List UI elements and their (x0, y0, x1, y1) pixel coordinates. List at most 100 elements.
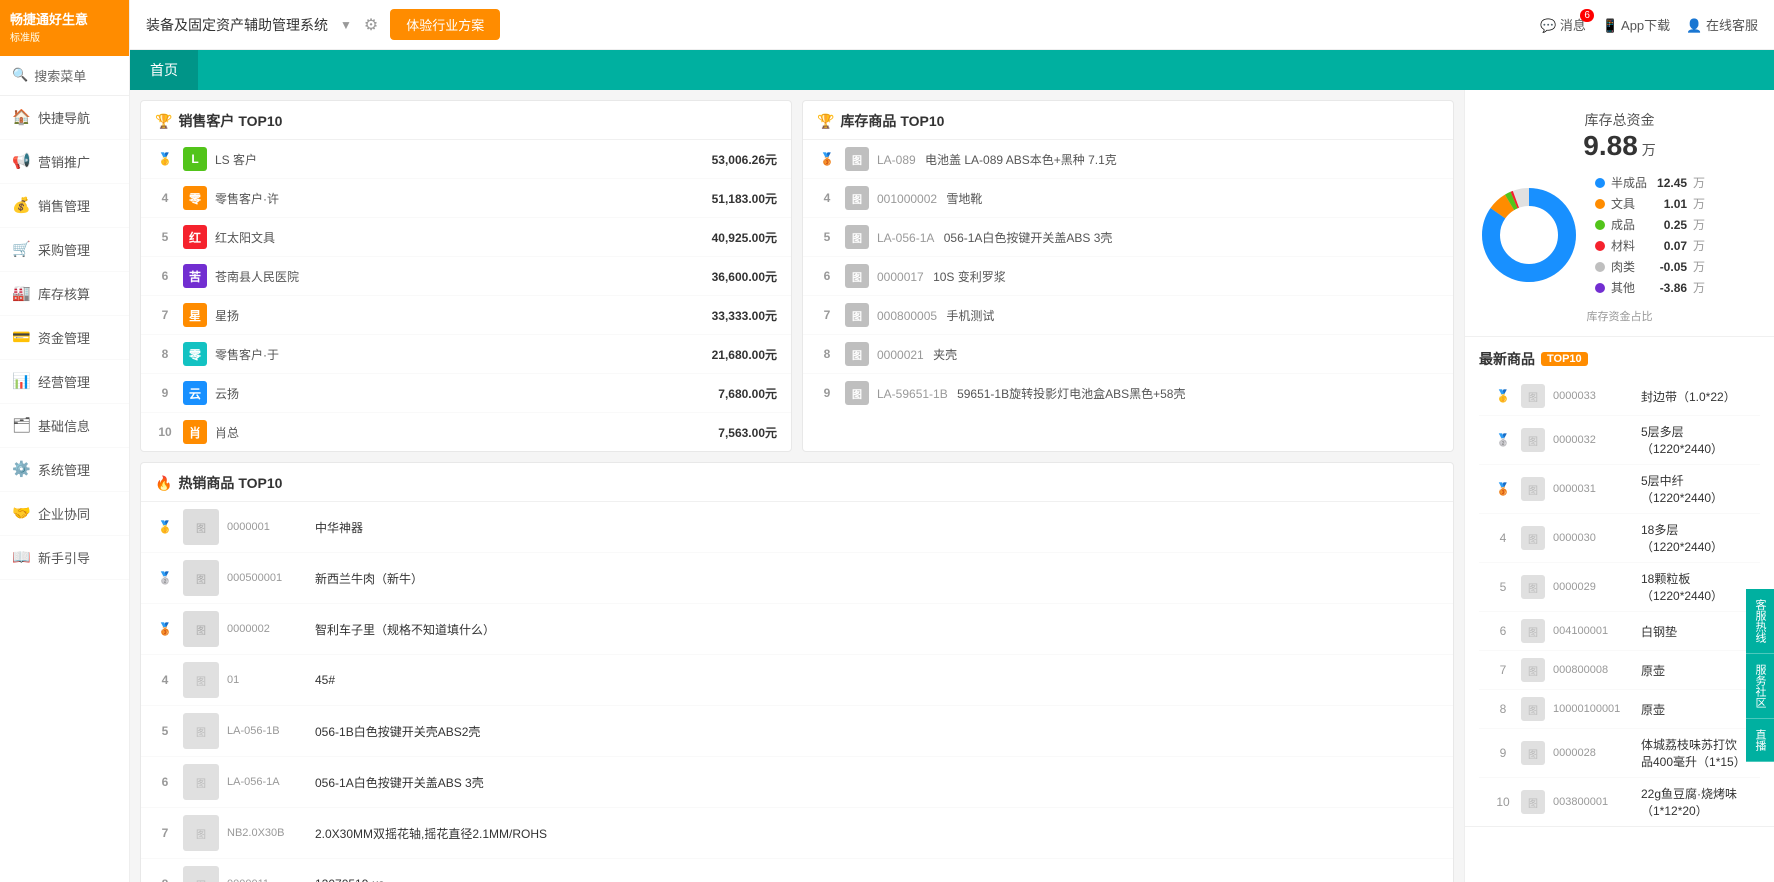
float-btn-0[interactable]: 客服热线 (1746, 589, 1774, 654)
list-item: 7 图 NB2.0X30B 2.0X30MM双摇花轴,摇花直径2.1MM/ROH… (141, 808, 1453, 859)
sidebar-icon-9: 🤝 (12, 504, 30, 522)
product-img-placeholder: 图 (1521, 477, 1545, 501)
donut-area: 半成品 12.45 万 文具 1.01 万 成品 0.25 万 材料 0.07 … (1479, 166, 1760, 304)
sidebar-item-0[interactable]: 🏠 快捷导航 (0, 96, 129, 140)
legend-label: 文具 (1611, 195, 1654, 212)
product-name: 智利车子里（规格不知道填什么） (315, 621, 495, 638)
sidebar-item-10[interactable]: 📖新手引导 (0, 536, 129, 580)
avatar: 苦 (183, 264, 207, 288)
customer-value: 51,183.00元 (712, 190, 777, 207)
rank-number: 10 (155, 425, 175, 439)
sidebar-label-0: 快捷导航 (38, 108, 90, 127)
rank-number: 🥇 (155, 520, 175, 534)
product-img-placeholder: 图 (1521, 619, 1545, 643)
product-img-placeholder: 图 (845, 225, 869, 249)
sidebar-item-2[interactable]: 💰销售管理 (0, 184, 129, 228)
legend-value: 0.07 (1664, 239, 1687, 253)
product-name: 中华神器 (315, 519, 363, 536)
customer-top10-title: 🏆 销售客户 TOP10 (141, 101, 791, 140)
sidebar-item-4[interactable]: 🏭库存核算 (0, 272, 129, 316)
product-name: 雪地靴 (946, 192, 982, 206)
gear-icon[interactable]: ⚙ (364, 15, 378, 35)
sidebar-icon-0: 🏠 (12, 108, 30, 126)
sidebar-item-1[interactable]: 📢营销推广 (0, 140, 129, 184)
legend-label: 材料 (1611, 237, 1654, 254)
sidebar-icon-5: 💳 (12, 328, 30, 346)
product-img-placeholder: 图 (1521, 384, 1545, 408)
stock-legend: 半成品 12.45 万 文具 1.01 万 成品 0.25 万 材料 0.07 … (1595, 174, 1705, 296)
legend-item: 成品 0.25 万 (1595, 216, 1705, 233)
customer-name: 零售客户·于 (215, 346, 704, 363)
sidebar-icon-1: 📢 (12, 152, 30, 170)
float-btn-2[interactable]: 直播 (1746, 719, 1774, 762)
top-row: 🏆 销售客户 TOP10 🥇 L LS 客户 53,006.26元 4 零 零售… (140, 100, 1454, 452)
product-img-placeholder: 图 (845, 186, 869, 210)
rank-number: 4 (155, 191, 175, 205)
product-code: LA-089 (877, 153, 916, 167)
product-code: 001000002 (877, 192, 937, 206)
hot-products-title: 🔥 热销商品 TOP10 (141, 463, 1453, 502)
customer-name: 肖总 (215, 424, 710, 441)
header-right: 💬 消息 6 📱 App下载 👤 在线客服 (1540, 15, 1758, 34)
product-code: 000800005 (877, 309, 937, 323)
avatar: 星 (183, 303, 207, 327)
product-name: 2.0X30MM双摇花轴,摇花直径2.1MM/ROHS (315, 825, 547, 842)
product-code: 0000011 (227, 878, 307, 882)
float-btn-1[interactable]: 服务社区 (1746, 654, 1774, 719)
sidebar-item-8[interactable]: ⚙️系统管理 (0, 448, 129, 492)
product-img-placeholder: 图 (1521, 790, 1545, 814)
product-name: 手机测试 (946, 309, 994, 323)
product-name: 体城荔枝味苏打饮品400毫升（1*15） (1641, 736, 1746, 770)
sidebar-search[interactable]: 🔍 搜索菜单 (0, 56, 129, 96)
rank-number: 9 (1493, 746, 1513, 760)
product-name: 原壶 (1641, 662, 1746, 679)
sidebar-item-3[interactable]: 🛒采购管理 (0, 228, 129, 272)
customer-value: 7,563.00元 (718, 424, 777, 441)
float-buttons: 客服热线服务社区直播 (1746, 589, 1774, 762)
rank-number: 🥉 (817, 152, 837, 166)
sidebar-label-8: 系统管理 (38, 460, 90, 479)
product-img-placeholder: 图 (183, 764, 219, 800)
trial-button[interactable]: 体验行业方案 (390, 9, 500, 40)
customer-value: 21,680.00元 (712, 346, 777, 363)
table-row: 🥇 L LS 客户 53,006.26元 (141, 140, 791, 179)
sidebar-item-7[interactable]: 🗂基础信息 (0, 404, 129, 448)
sidebar-item-5[interactable]: 💳 资金管理 (0, 316, 129, 360)
list-item: 🥉 图 0000031 5层中纤（1220*2440） (1479, 465, 1760, 514)
product-img-placeholder: 图 (1521, 741, 1545, 765)
rank-number: 7 (155, 308, 175, 322)
tab-home[interactable]: 首页 (130, 50, 198, 90)
right-panel: 库存总资金 9.88 万 (1464, 90, 1774, 882)
rank-number: 4 (817, 191, 837, 205)
product-code: 0000017 (877, 270, 924, 284)
product-name: 白钢垫 (1641, 623, 1746, 640)
fire-icon: 🔥 (155, 475, 172, 492)
rank-number: 7 (155, 826, 175, 840)
customer-name: 星扬 (215, 307, 704, 324)
header-dropdown-icon[interactable]: ▼ (340, 18, 352, 32)
list-item: 🥈 图 0000032 5层多层（1220*2440） (1479, 416, 1760, 465)
rank-number: 6 (155, 269, 175, 283)
legend-unit: 万 (1693, 279, 1705, 296)
table-row: 6 图 0000017 10S 变利罗浆 (803, 257, 1453, 296)
rank-number: 10 (1493, 795, 1513, 809)
sidebar-label-9: 企业协同 (38, 504, 90, 523)
online-service-button[interactable]: 👤 在线客服 (1686, 15, 1758, 34)
product-code: 0000029 (1553, 581, 1633, 593)
sidebar-item-9[interactable]: 🤝 企业协同 (0, 492, 129, 536)
product-name: 18颗粒板（1220*2440） (1641, 570, 1746, 604)
product-name: 电池盖 LA-089 ABS本色+黑种 7.1克 (925, 153, 1117, 167)
sidebar-label-5: 资金管理 (38, 328, 90, 347)
sidebar-item-6[interactable]: 📊经营管理 (0, 360, 129, 404)
message-button[interactable]: 💬 消息 6 (1540, 15, 1586, 34)
product-code: 003800001 (1553, 796, 1633, 808)
product-code: 0000030 (1553, 532, 1633, 544)
customer-top10-card: 🏆 销售客户 TOP10 🥇 L LS 客户 53,006.26元 4 零 零售… (140, 100, 792, 452)
product-code: 01 (227, 674, 307, 686)
legend-dot (1595, 220, 1605, 230)
rank-number: 5 (155, 230, 175, 244)
product-img-placeholder: 图 (1521, 658, 1545, 682)
rank-number: 6 (155, 775, 175, 789)
customer-name: 零售客户·许 (215, 190, 704, 207)
app-download-button[interactable]: 📱 App下载 (1602, 15, 1670, 34)
